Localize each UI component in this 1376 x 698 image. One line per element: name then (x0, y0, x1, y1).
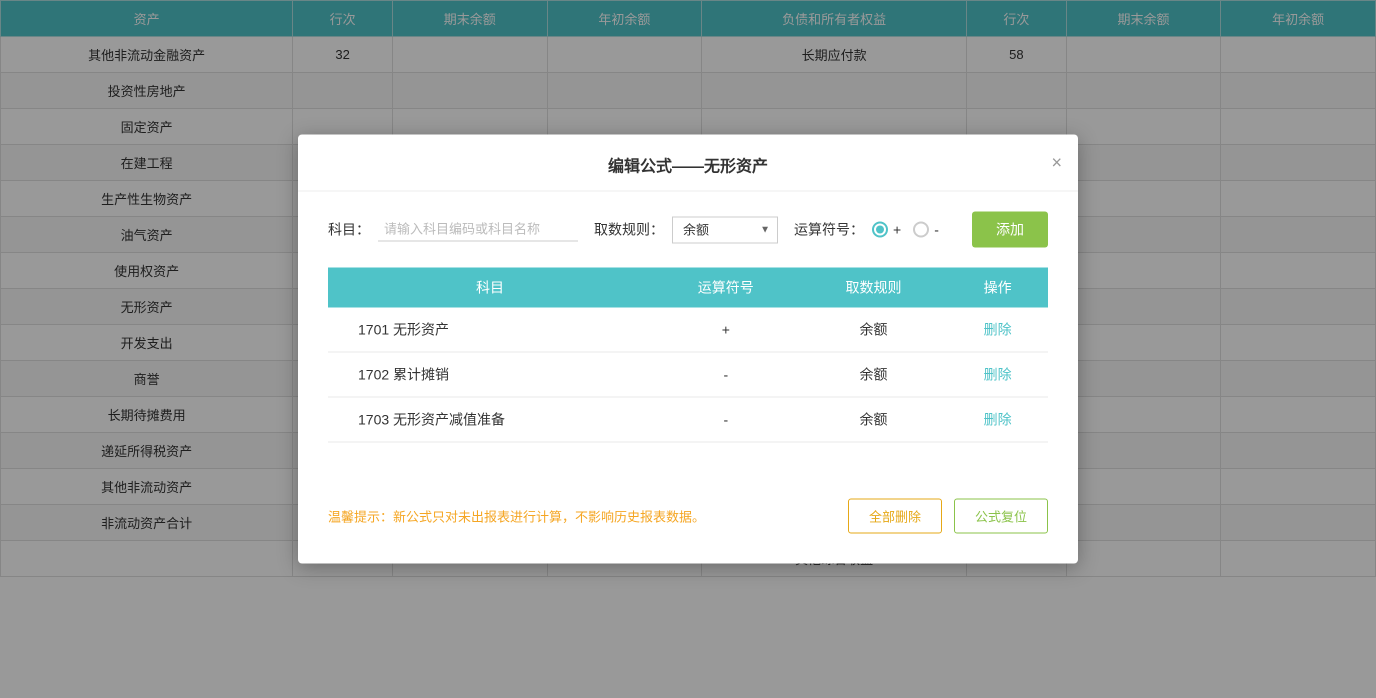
operator-minus-radio-circle (913, 222, 929, 238)
modal-header: 编辑公式——无形资产 × (298, 135, 1078, 192)
subject-input[interactable] (378, 218, 578, 242)
operator-plus-radio-circle (872, 222, 888, 238)
formula-cell-rule: 余额 (800, 397, 948, 442)
operator-group: 运算符号： + - (794, 220, 939, 240)
col-operator: 运算符号 (652, 268, 800, 308)
formula-table-body: 1701 无形资产+余额删除1702 累计摊销-余额删除1703 无形资产减值准… (328, 308, 1048, 443)
tip-text: 温馨提示：新公式只对未出报表进行计算，不影响历史报表数据。 (328, 507, 705, 526)
modal-body: 科目： 取数规则： 余额 借方 贷方 借方发生额 贷方发生额 ▼ 运算 (298, 192, 1078, 483)
formula-row: 1703 无形资产减值准备-余额 删除 (328, 397, 1048, 442)
add-button[interactable]: 添加 (972, 212, 1048, 248)
modal-close-button[interactable]: × (1051, 154, 1062, 172)
edit-formula-modal: 编辑公式——无形资产 × 科目： 取数规则： 余额 借方 贷方 借方发生额 贷方… (298, 135, 1078, 564)
delete-row-button[interactable]: 删除 (984, 320, 1012, 340)
modal-footer: 温馨提示：新公式只对未出报表进行计算，不影响历史报表数据。 全部删除 公式复位 (298, 483, 1078, 534)
formula-table-head: 科目 运算符号 取数规则 操作 (328, 268, 1048, 308)
reset-formula-button[interactable]: 公式复位 (954, 499, 1048, 534)
rule-label: 取数规则： (594, 220, 664, 240)
operator-minus-radio[interactable]: - (913, 222, 939, 238)
delete-row-button[interactable]: 删除 (984, 365, 1012, 385)
formula-row: 1702 累计摊销-余额 删除 (328, 352, 1048, 397)
formula-cell-action: 删除 (947, 308, 1048, 353)
formula-cell-operator: - (652, 352, 800, 397)
modal-title: 编辑公式——无形资产 (608, 153, 768, 177)
col-rule: 取数规则 (800, 268, 948, 308)
footer-buttons: 全部删除 公式复位 (848, 499, 1048, 534)
formula-row: 1701 无形资产+余额 删除 (328, 308, 1048, 353)
operator-radio-group: + - (872, 222, 939, 238)
operator-plus-label: + (893, 222, 901, 238)
operator-minus-label: - (934, 222, 939, 238)
rule-select[interactable]: 余额 借方 贷方 借方发生额 贷方发生额 (672, 216, 778, 243)
formula-cell-subject: 1702 累计摊销 (328, 352, 652, 397)
formula-cell-operator: - (652, 397, 800, 442)
operator-label: 运算符号： (794, 220, 864, 240)
formula-table-header-row: 科目 运算符号 取数规则 操作 (328, 268, 1048, 308)
col-subject: 科目 (328, 268, 652, 308)
delete-all-button[interactable]: 全部删除 (848, 499, 942, 534)
formula-cell-rule: 余额 (800, 308, 948, 353)
rule-group: 取数规则： 余额 借方 贷方 借方发生额 贷方发生额 ▼ (594, 216, 778, 243)
rule-select-wrapper: 余额 借方 贷方 借方发生额 贷方发生额 ▼ (672, 216, 778, 243)
formula-table: 科目 运算符号 取数规则 操作 1701 无形资产+余额删除1702 累计摊销-… (328, 268, 1048, 443)
formula-cell-rule: 余额 (800, 352, 948, 397)
delete-row-button[interactable]: 删除 (984, 410, 1012, 430)
operator-plus-radio[interactable]: + (872, 222, 901, 238)
formula-cell-operator: + (652, 308, 800, 353)
formula-cell-action: 删除 (947, 397, 1048, 442)
subject-group: 科目： (328, 218, 578, 242)
formula-cell-subject: 1701 无形资产 (328, 308, 652, 353)
formula-cell-action: 删除 (947, 352, 1048, 397)
col-action: 操作 (947, 268, 1048, 308)
subject-label: 科目： (328, 220, 370, 240)
formula-cell-subject: 1703 无形资产减值准备 (328, 397, 652, 442)
formula-form-row: 科目： 取数规则： 余额 借方 贷方 借方发生额 贷方发生额 ▼ 运算 (328, 212, 1048, 248)
